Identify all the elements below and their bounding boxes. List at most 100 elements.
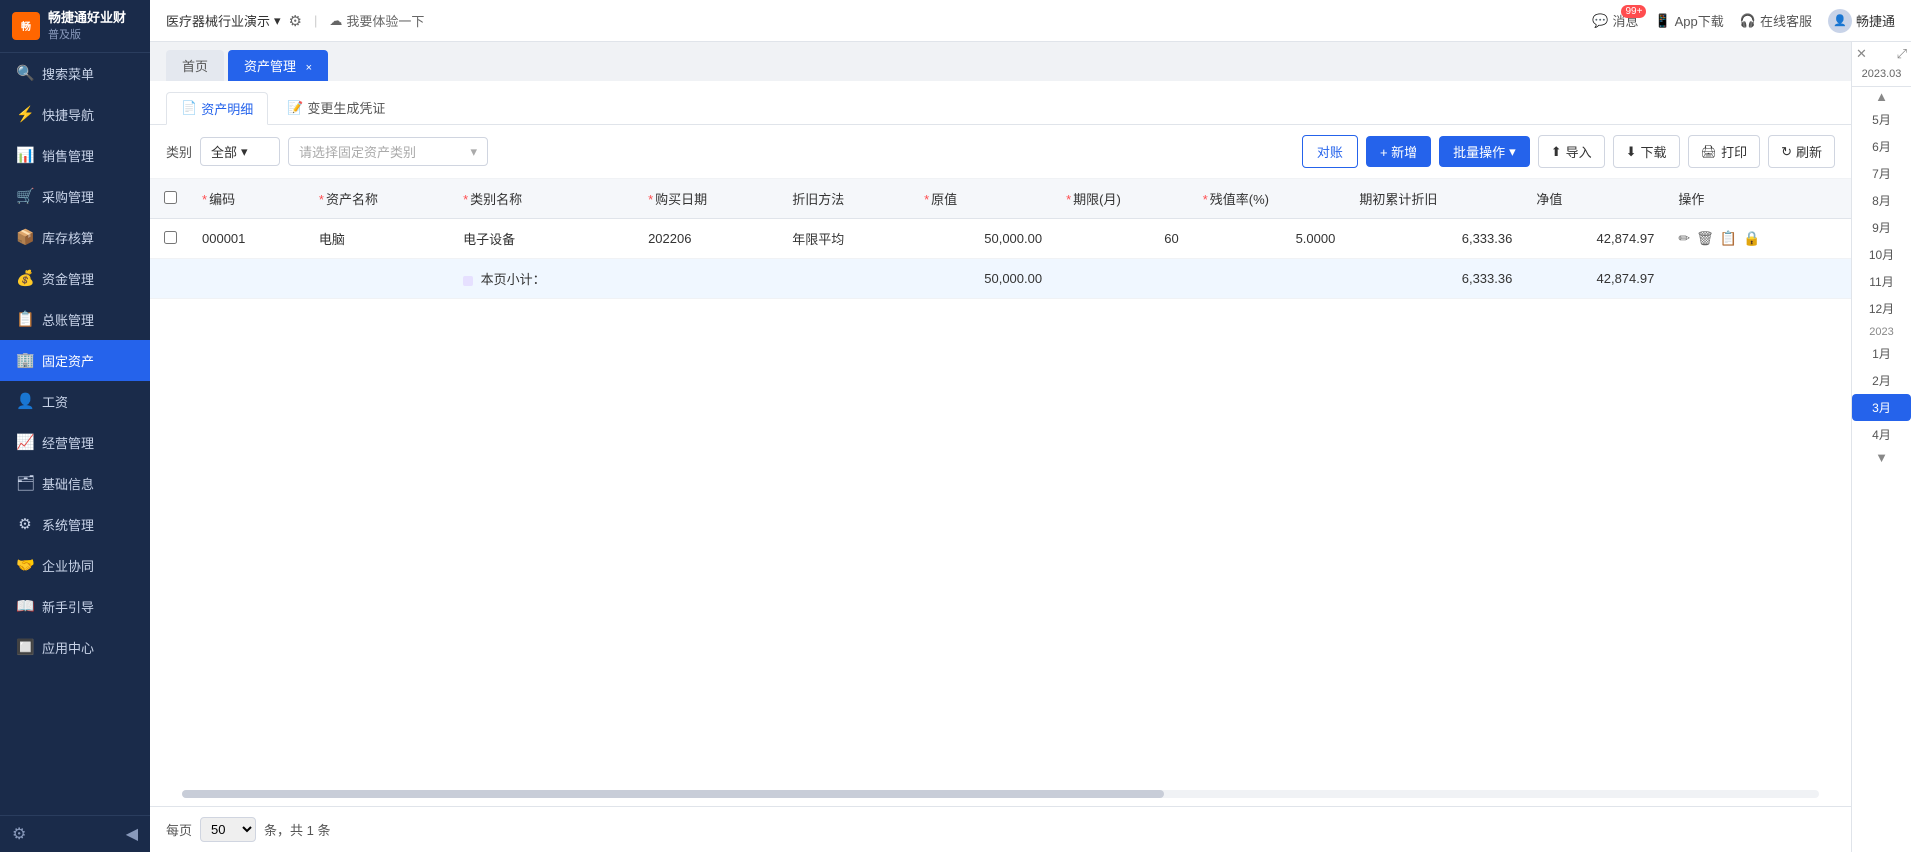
topbar: 医疗器械行业演示 ▾ ⚙ | ☁ 我要体验一下 💬 消息 99+ 📱 App下载…	[150, 0, 1911, 42]
sidebar: 畅 畅捷通好业财 普及版 🔍搜索菜单⚡快捷导航📊销售管理🛒采购管理📦库存核算💰资…	[0, 0, 150, 852]
sidebar-item-inventory[interactable]: 📦库存核算	[0, 217, 150, 258]
scrollbar-thumb[interactable]	[182, 790, 1164, 798]
tab-close-icon[interactable]: ×	[306, 62, 312, 74]
right-panel-expand-icon[interactable]: ⤢	[1897, 46, 1907, 62]
sidebar-item-basicinfo[interactable]: 🗂基础信息	[0, 463, 150, 504]
import-icon: ⬆	[1551, 144, 1562, 160]
sidebar-item-sales[interactable]: 📊销售管理	[0, 135, 150, 176]
horizontal-scrollbar[interactable]	[182, 790, 1819, 798]
table-header-row: *编码 *资产名称 *类别名称 *购买日期 折旧方法 *原值 *期限(月) *残…	[150, 179, 1851, 219]
sidebar-item-payroll[interactable]: 👤工资	[0, 381, 150, 422]
col-net-value: 净值	[1524, 179, 1666, 219]
batch-btn[interactable]: 批量操作 ▾	[1439, 136, 1530, 167]
sidebar-nav: 🔍搜索菜单⚡快捷导航📊销售管理🛒采购管理📦库存核算💰资金管理📋总账管理🏢固定资产…	[0, 53, 150, 815]
avatar: 👤	[1828, 9, 1852, 33]
tabs-bar: 首页 资产管理 ×	[150, 42, 1851, 81]
download-btn[interactable]: ⬇ 下载	[1613, 135, 1680, 168]
col-checkbox	[150, 179, 190, 219]
sidebar-label-quicknav: 快捷导航	[42, 105, 94, 124]
user-menu[interactable]: 👤 畅捷通	[1828, 9, 1895, 33]
sidebar-label-guide: 新手引导	[42, 597, 94, 616]
filter-area: 类别 全部 ▾ 请选择固定资产类别 ▾	[166, 137, 488, 166]
sidebar-label-ledger: 总账管理	[42, 310, 94, 329]
service-icon: 🎧	[1740, 13, 1756, 29]
edit-icon-0[interactable]: ✏	[1678, 230, 1690, 247]
sub-tab-change-voucher[interactable]: 📝 变更生成凭证	[272, 91, 400, 124]
month-1月[interactable]: 1月	[1852, 340, 1911, 367]
messages-btn[interactable]: 💬 消息 99+	[1592, 11, 1638, 30]
refresh-btn[interactable]: ↻ 刷新	[1768, 135, 1835, 168]
row-checkbox-0[interactable]	[150, 219, 190, 259]
lock-icon-0[interactable]: 🔒	[1743, 230, 1760, 247]
experience-btn[interactable]: ☁ 我要体验一下	[329, 11, 424, 30]
table-row: 000001 电脑 电子设备 202206 年限平均 50,000.00 60 …	[150, 219, 1851, 259]
month-7月[interactable]: 7月	[1852, 160, 1911, 187]
sidebar-item-quicknav[interactable]: ⚡快捷导航	[0, 94, 150, 135]
app-version: 普及版	[48, 26, 126, 42]
tab-home[interactable]: 首页	[166, 50, 224, 81]
month-8月[interactable]: 8月	[1852, 187, 1911, 214]
reconcile-btn[interactable]: 对账	[1302, 135, 1358, 168]
sidebar-label-collab: 企业协同	[42, 556, 94, 575]
panel-nav-down[interactable]: ▼	[1852, 448, 1911, 467]
filter-category-label: 类别	[166, 142, 192, 161]
page-size-select[interactable]: 50 100	[200, 817, 256, 842]
app-download-btn[interactable]: 📱 App下载	[1654, 11, 1723, 30]
delete-icon-0[interactable]: 🗑	[1696, 230, 1714, 247]
change-voucher-icon: 📝	[287, 100, 303, 116]
import-btn[interactable]: ⬆ 导入	[1538, 135, 1605, 168]
sidebar-item-guide[interactable]: 📖新手引导	[0, 586, 150, 627]
cell-name-0: 电脑	[307, 219, 451, 259]
sidebar-item-search[interactable]: 🔍搜索菜单	[0, 53, 150, 94]
category-detail-select[interactable]: 请选择固定资产类别 ▾	[288, 137, 488, 166]
sidebar-label-operations: 经营管理	[42, 433, 94, 452]
inventory-icon: 📦	[16, 228, 34, 246]
month-4月[interactable]: 4月	[1852, 421, 1911, 448]
month-2月[interactable]: 2月	[1852, 367, 1911, 394]
logo-icon: 畅	[12, 12, 40, 40]
settings-icon[interactable]: ⚙	[12, 824, 26, 844]
category-select[interactable]: 全部 ▾	[200, 137, 280, 166]
month-3月[interactable]: 3月	[1852, 394, 1911, 421]
sidebar-item-finance[interactable]: 💰资金管理	[0, 258, 150, 299]
sidebar-item-collab[interactable]: 🤝 企业协同	[0, 545, 150, 586]
sidebar-item-purchase[interactable]: 🛒采购管理	[0, 176, 150, 217]
collab-icon: 🤝	[16, 556, 34, 574]
collapse-icon[interactable]: ◀	[126, 824, 138, 844]
month-11月[interactable]: 11月	[1852, 268, 1911, 295]
sidebar-item-fixedassets[interactable]: 🏢固定资产	[0, 340, 150, 381]
month-9月[interactable]: 9月	[1852, 214, 1911, 241]
select-all-checkbox[interactable]	[164, 191, 177, 204]
month-12月[interactable]: 12月	[1852, 295, 1911, 322]
month-6月[interactable]: 6月	[1852, 133, 1911, 160]
month-5月[interactable]: 5月	[1852, 106, 1911, 133]
panel-nav-up[interactable]: ▲	[1852, 87, 1911, 106]
right-panel-close-icon[interactable]: ✕	[1856, 46, 1867, 62]
sidebar-item-ledger[interactable]: 📋总账管理	[0, 299, 150, 340]
sidebar-item-system[interactable]: ⚙系统管理	[0, 504, 150, 545]
page-content: 📄 资产明细 📝 变更生成凭证 类别 全部 ▾	[150, 81, 1851, 852]
sub-tab-asset-detail[interactable]: 📄 资产明细	[166, 92, 268, 125]
sidebar-label-basicinfo: 基础信息	[42, 474, 94, 493]
new-btn[interactable]: + 新增	[1366, 136, 1431, 167]
toolbar: 类别 全部 ▾ 请选择固定资产类别 ▾ 对账 + 新增	[150, 125, 1851, 179]
sidebar-item-appcenter[interactable]: 🔲应用中心	[0, 627, 150, 668]
content-main: 首页 资产管理 × 📄 资产明细 📝 变更生成凭证	[150, 42, 1851, 852]
settings-gear-icon[interactable]: ⚙	[289, 12, 302, 30]
asset-detail-icon: 📄	[181, 100, 197, 116]
month-10月[interactable]: 10月	[1852, 241, 1911, 268]
sidebar-label-system: 系统管理	[42, 515, 94, 534]
sidebar-item-operations[interactable]: 📈 经营管理	[0, 422, 150, 463]
app-logo: 畅 畅捷通好业财 普及版	[0, 0, 150, 53]
cell-dep-method-0: 年限平均	[780, 219, 912, 259]
company-dropdown-icon: ▾	[274, 13, 281, 29]
finance-icon: 💰	[16, 269, 34, 287]
online-service-btn[interactable]: 🎧 在线客服	[1740, 11, 1812, 30]
sidebar-label-appcenter: 应用中心	[42, 638, 94, 657]
tab-assets[interactable]: 资产管理 ×	[228, 50, 328, 81]
print-btn[interactable]: 🖨 打印	[1688, 135, 1761, 168]
copy-icon-0[interactable]: 📋	[1720, 230, 1737, 247]
cloud-icon: ☁	[329, 13, 342, 29]
operations-icon: 📈	[16, 433, 34, 451]
company-selector[interactable]: 医疗器械行业演示 ▾	[166, 11, 281, 30]
